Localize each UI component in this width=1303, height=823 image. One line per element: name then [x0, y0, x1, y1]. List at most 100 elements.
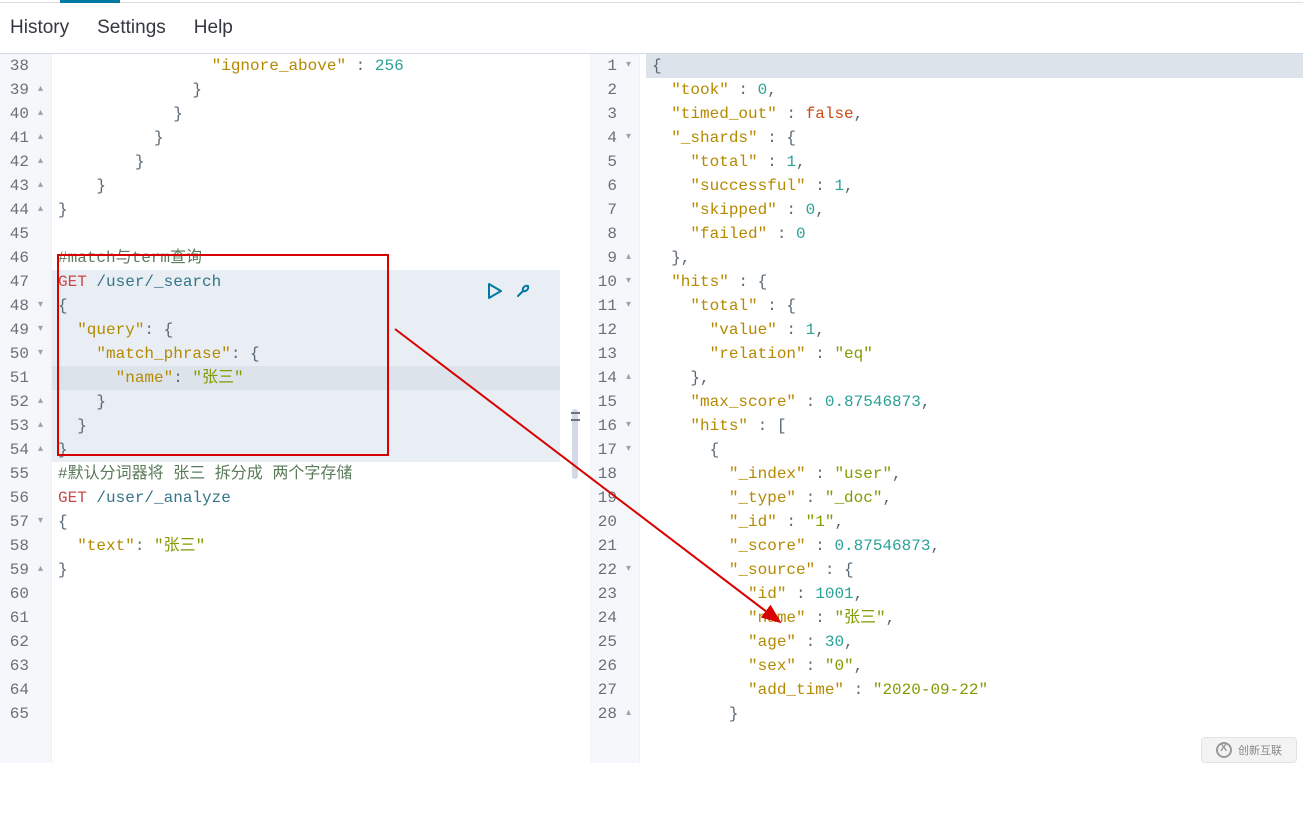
code-line[interactable]: "id" : 1001, [646, 582, 1303, 606]
line-number: 57▾ [0, 510, 43, 534]
code-line[interactable]: } [52, 174, 560, 198]
line-number: 24 [590, 606, 631, 630]
fold-collapse-icon[interactable]: ▾ [621, 414, 631, 438]
code-line[interactable]: { [52, 294, 560, 318]
line-number: 27 [590, 678, 631, 702]
fold-collapse-icon[interactable]: ▾ [33, 510, 43, 534]
fold-collapse-icon[interactable]: ▾ [33, 342, 43, 366]
code-line[interactable]: { [646, 438, 1303, 462]
fold-collapse-icon[interactable]: ▾ [621, 270, 631, 294]
fold-expand-icon[interactable]: ▴ [33, 102, 43, 126]
wrench-icon[interactable] [514, 282, 532, 305]
code-line[interactable]: "_type" : "_doc", [646, 486, 1303, 510]
fold-expand-icon[interactable]: ▴ [33, 78, 43, 102]
line-number: 51 [0, 366, 43, 390]
code-line[interactable] [52, 702, 560, 726]
code-line[interactable]: "match_phrase": { [52, 342, 560, 366]
code-line[interactable]: "_id" : "1", [646, 510, 1303, 534]
line-number: 2 [590, 78, 631, 102]
code-line[interactable]: "name": "张三" [52, 366, 560, 390]
code-line[interactable]: } [52, 78, 560, 102]
line-number: 19 [590, 486, 631, 510]
fold-expand-icon[interactable]: ▴ [621, 366, 631, 390]
fold-collapse-icon[interactable]: ▾ [621, 54, 631, 78]
code-line[interactable]: GET /user/_search [52, 270, 560, 294]
menu-help[interactable]: Help [194, 17, 233, 39]
code-line[interactable]: #默认分词器将 张三 拆分成 两个字存储 [52, 462, 560, 486]
code-line[interactable]: } [52, 102, 560, 126]
fold-expand-icon[interactable]: ▴ [33, 126, 43, 150]
code-line[interactable]: "name" : "张三", [646, 606, 1303, 630]
code-line[interactable] [52, 582, 560, 606]
code-line[interactable]: "failed" : 0 [646, 222, 1303, 246]
code-line[interactable]: }, [646, 246, 1303, 270]
code-line[interactable] [52, 654, 560, 678]
fold-expand-icon[interactable]: ▴ [33, 174, 43, 198]
line-number: 62 [0, 630, 43, 654]
code-line[interactable]: "age" : 30, [646, 630, 1303, 654]
code-line[interactable]: "value" : 1, [646, 318, 1303, 342]
code-line[interactable]: { [52, 510, 560, 534]
menu-settings[interactable]: Settings [97, 17, 166, 39]
line-number: 17▾ [590, 438, 631, 462]
code-line[interactable]: "took" : 0, [646, 78, 1303, 102]
fold-collapse-icon[interactable]: ▾ [621, 558, 631, 582]
fold-expand-icon[interactable]: ▴ [621, 246, 631, 270]
code-line[interactable] [52, 630, 560, 654]
code-line[interactable]: } [52, 414, 560, 438]
code-line[interactable]: "successful" : 1, [646, 174, 1303, 198]
code-line[interactable] [52, 678, 560, 702]
code-line[interactable]: } [52, 198, 560, 222]
fold-expand-icon[interactable]: ▴ [33, 198, 43, 222]
code-line[interactable]: } [52, 558, 560, 582]
menu-history[interactable]: History [10, 17, 69, 39]
code-line[interactable]: "hits" : [ [646, 414, 1303, 438]
code-line[interactable]: #match与term查询 [52, 246, 560, 270]
fold-collapse-icon[interactable]: ▾ [33, 318, 43, 342]
code-line[interactable]: } [52, 438, 560, 462]
fold-expand-icon[interactable]: ▴ [33, 150, 43, 174]
line-number: 47 [0, 270, 43, 294]
code-line[interactable]: "skipped" : 0, [646, 198, 1303, 222]
code-line[interactable]: "_shards" : { [646, 126, 1303, 150]
fold-collapse-icon[interactable]: ▾ [621, 294, 631, 318]
fold-expand-icon[interactable]: ▴ [33, 438, 43, 462]
code-line[interactable]: "_score" : 0.87546873, [646, 534, 1303, 558]
code-line[interactable]: } [646, 702, 1303, 726]
code-line[interactable]: "total" : { [646, 294, 1303, 318]
code-line[interactable]: "query": { [52, 318, 560, 342]
code-line[interactable]: } [52, 390, 560, 414]
code-line[interactable]: "max_score" : 0.87546873, [646, 390, 1303, 414]
code-line[interactable]: "add_time" : "2020-09-22" [646, 678, 1303, 702]
code-line[interactable] [52, 222, 560, 246]
code-line[interactable]: GET /user/_analyze [52, 486, 560, 510]
code-line[interactable] [52, 606, 560, 630]
code-line[interactable]: "relation" : "eq" [646, 342, 1303, 366]
code-line[interactable]: } [52, 150, 560, 174]
code-line[interactable]: "total" : 1, [646, 150, 1303, 174]
code-line[interactable]: "timed_out" : false, [646, 102, 1303, 126]
fold-expand-icon[interactable]: ▴ [33, 414, 43, 438]
response-viewer[interactable]: { "took" : 0, "timed_out" : false, "_sha… [640, 54, 1303, 763]
code-line[interactable]: } [52, 126, 560, 150]
code-line[interactable]: }, [646, 366, 1303, 390]
code-line[interactable]: "_source" : { [646, 558, 1303, 582]
code-line[interactable]: "hits" : { [646, 270, 1303, 294]
line-number: 53▴ [0, 414, 43, 438]
code-line[interactable]: "ignore_above" : 256 [52, 54, 560, 78]
code-line[interactable]: "text": "张三" [52, 534, 560, 558]
fold-expand-icon[interactable]: ▴ [621, 702, 631, 726]
menubar: History Settings Help [0, 3, 1303, 54]
run-request-icon[interactable] [486, 282, 504, 305]
fold-collapse-icon[interactable]: ▾ [621, 126, 631, 150]
code-line[interactable]: "sex" : "0", [646, 654, 1303, 678]
request-editor[interactable]: "ignore_above" : 256 } } } } }} #match与te… [52, 54, 560, 763]
line-number: 22▾ [590, 558, 631, 582]
fold-expand-icon[interactable]: ▴ [33, 390, 43, 414]
fold-collapse-icon[interactable]: ▾ [621, 438, 631, 462]
pane-divider[interactable] [560, 54, 590, 763]
fold-expand-icon[interactable]: ▴ [33, 558, 43, 582]
code-line[interactable]: "_index" : "user", [646, 462, 1303, 486]
fold-collapse-icon[interactable]: ▾ [33, 294, 43, 318]
code-line[interactable]: { [646, 54, 1303, 78]
